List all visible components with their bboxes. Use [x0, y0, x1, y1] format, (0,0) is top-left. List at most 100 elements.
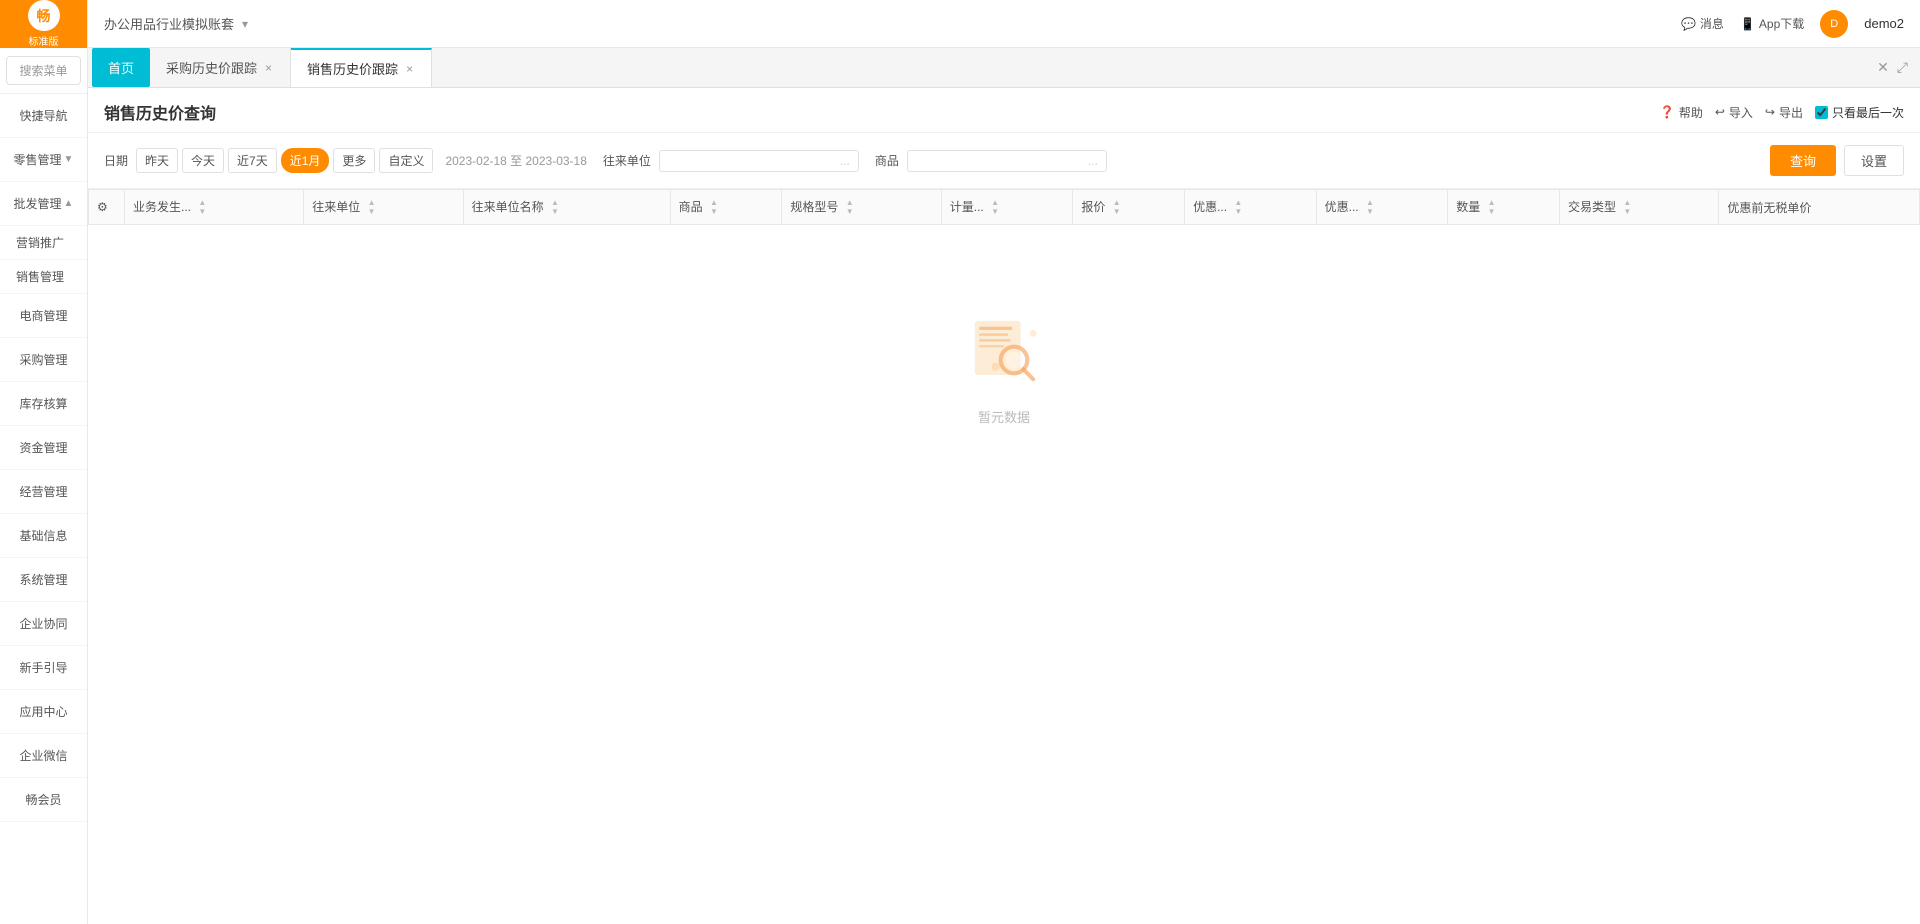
data-table: ⚙ 业务发生... ▲▼ 往来单位 ▲▼ 往来单位名称 ▲▼ — [88, 189, 1920, 225]
top-header: 办公用品行业模拟账套 ▾ 💬 消息 📱 App下载 D demo2 — [88, 0, 1920, 48]
sidebar-item-purchase[interactable]: 采购管理 — [0, 338, 87, 382]
settings-icon[interactable]: ⚙ — [97, 200, 108, 214]
settings-button[interactable]: 设置 — [1844, 145, 1904, 176]
query-button[interactable]: 查询 — [1770, 145, 1836, 176]
help-button[interactable]: ❓ 帮助 — [1660, 104, 1703, 121]
th-quote[interactable]: 报价 ▲▼ — [1073, 190, 1185, 225]
date-btn-custom[interactable]: 自定义 — [379, 148, 433, 173]
sidebar-item-guide[interactable]: 新手引导 — [0, 646, 87, 690]
th-biz-date[interactable]: 业务发生... ▲▼ — [125, 190, 304, 225]
company-title: 办公用品行业模拟账套 — [104, 14, 234, 33]
sidebar-item-enterprise[interactable]: 企业协同 — [0, 602, 87, 646]
tab-bar-actions: ✕ ⤢ — [1877, 59, 1916, 76]
th-discount2[interactable]: 优惠... ▲▼ — [1316, 190, 1448, 225]
sidebar-item-system[interactable]: 系统管理 — [0, 558, 87, 602]
logo-abbr: 畅 — [37, 6, 51, 26]
sidebar-item-ecommerce[interactable]: 电商管理 — [0, 294, 87, 338]
tab-purchase-close-button[interactable]: × — [263, 62, 274, 74]
import-label: 导入 — [1729, 104, 1753, 121]
date-btn-1month[interactable]: 近1月 — [281, 148, 330, 173]
page-header: 销售历史价查询 ❓ 帮助 ↩ 导入 ↪ 导出 只看最后一次 — [88, 88, 1920, 133]
date-btn-more[interactable]: 更多 — [333, 148, 375, 173]
th-from-unit[interactable]: 往来单位 ▲▼ — [304, 190, 463, 225]
main-area: 办公用品行业模拟账套 ▾ 💬 消息 📱 App下载 D demo2 首页 采购历… — [88, 0, 1920, 924]
help-icon: ❓ — [1660, 105, 1675, 119]
message-icon: 💬 — [1681, 17, 1696, 31]
th-product[interactable]: 商品 ▲▼ — [670, 190, 782, 225]
maximize-button[interactable]: ⤢ — [1897, 59, 1908, 76]
sidebar-item-wholesale[interactable]: 批发管理 ▲ — [0, 182, 87, 226]
sidebar-item-operations[interactable]: 经营管理 — [0, 470, 87, 514]
app-logo[interactable]: 畅 标准版 — [0, 0, 87, 48]
sort-arrows-spec[interactable]: ▲▼ — [846, 199, 854, 216]
th-pre-tax-price[interactable]: 优惠前无税单价 — [1719, 190, 1920, 225]
sort-arrows-product[interactable]: ▲▼ — [710, 199, 718, 216]
help-label: 帮助 — [1679, 104, 1703, 121]
chevron-down-icon: ▼ — [64, 154, 74, 165]
tab-sales-history[interactable]: 销售历史价跟踪 × — [291, 48, 432, 87]
date-btn-today[interactable]: 今天 — [182, 148, 224, 173]
date-btn-7days[interactable]: 近7天 — [228, 148, 277, 173]
sidebar-item-marketing[interactable]: 营销推广 — [0, 226, 87, 260]
sort-arrows-quote[interactable]: ▲▼ — [1113, 199, 1121, 216]
sidebar-item-label: 新手引导 — [19, 659, 67, 676]
user-avatar[interactable]: D — [1820, 10, 1848, 38]
sort-arrows-from-unit-name[interactable]: ▲▼ — [551, 199, 559, 216]
th-quantity[interactable]: 数量 ▲▼ — [1448, 190, 1560, 225]
sidebar-item-label: 批发管理 — [14, 195, 62, 212]
sidebar-item-label: 企业微信 — [19, 747, 67, 764]
sort-arrows-quantity[interactable]: ▲▼ — [1488, 199, 1496, 216]
from-unit-input[interactable] — [668, 154, 840, 168]
import-button[interactable]: ↩ 导入 — [1715, 104, 1753, 121]
sort-arrows-unit[interactable]: ▲▼ — [991, 199, 999, 216]
tab-home[interactable]: 首页 — [92, 48, 150, 87]
tab-bar: 首页 采购历史价跟踪 × 销售历史价跟踪 × ✕ ⤢ — [88, 48, 1920, 88]
sidebar-item-shortcut[interactable]: 快捷导航 — [0, 94, 87, 138]
sidebar-item-member[interactable]: 畅会员 — [0, 778, 87, 822]
sidebar-item-basic[interactable]: 基础信息 — [0, 514, 87, 558]
product-filter-group: 商品 ... — [875, 150, 1107, 172]
from-unit-dots[interactable]: ... — [840, 154, 850, 168]
sort-arrows-trade-type[interactable]: ▲▼ — [1623, 199, 1631, 216]
tab-sales-close-button[interactable]: × — [404, 63, 415, 75]
search-menu-button[interactable]: 搜索菜单 — [6, 56, 81, 85]
sidebar-item-inventory[interactable]: 库存核算 — [0, 382, 87, 426]
sidebar-item-sales[interactable]: 销售管理 — [0, 260, 87, 294]
export-button[interactable]: ↪ 导出 — [1765, 104, 1803, 121]
date-range-display: 2023-02-18 至 2023-03-18 — [445, 152, 586, 169]
only-last-label[interactable]: 只看最后一次 — [1832, 104, 1904, 121]
app-download-label: App下载 — [1759, 15, 1804, 32]
app-download-button[interactable]: 📱 App下载 — [1740, 15, 1804, 32]
sidebar-item-label: 经营管理 — [19, 483, 67, 500]
import-icon: ↩ — [1715, 105, 1725, 119]
th-unit[interactable]: 计量... ▲▼ — [941, 190, 1073, 225]
sidebar-item-apps[interactable]: 应用中心 — [0, 690, 87, 734]
message-button[interactable]: 💬 消息 — [1681, 15, 1724, 32]
product-dots[interactable]: ... — [1088, 154, 1098, 168]
tab-purchase-history[interactable]: 采购历史价跟踪 × — [150, 48, 291, 87]
product-input[interactable] — [916, 154, 1088, 168]
sidebar-item-label: 畅会员 — [25, 791, 61, 808]
empty-state: 暂元数据 — [88, 225, 1920, 506]
th-discount1[interactable]: 优惠... ▲▼ — [1185, 190, 1317, 225]
close-all-tabs-button[interactable]: ✕ — [1877, 59, 1889, 76]
only-last-checkbox[interactable] — [1815, 106, 1828, 119]
sidebar-item-finance[interactable]: 资金管理 — [0, 426, 87, 470]
page-content: 销售历史价查询 ❓ 帮助 ↩ 导入 ↪ 导出 只看最后一次 — [88, 88, 1920, 924]
from-unit-filter-group: 往来单位 ... — [603, 150, 859, 172]
sort-arrows-discount2[interactable]: ▲▼ — [1366, 199, 1374, 216]
app-version: 标准版 — [29, 33, 59, 48]
sidebar-item-retail[interactable]: 零售管理 ▼ — [0, 138, 87, 182]
date-btn-yesterday[interactable]: 昨天 — [136, 148, 178, 173]
sidebar-item-wechat[interactable]: 企业微信 — [0, 734, 87, 778]
username-label: demo2 — [1864, 16, 1904, 31]
th-spec[interactable]: 规格型号 ▲▼ — [782, 190, 941, 225]
th-from-unit-name[interactable]: 往来单位名称 ▲▼ — [463, 190, 670, 225]
sort-arrows-biz-date[interactable]: ▲▼ — [198, 199, 206, 216]
company-dropdown-button[interactable]: ▾ — [242, 17, 248, 31]
sort-arrows-discount1[interactable]: ▲▼ — [1234, 199, 1242, 216]
th-trade-type[interactable]: 交易类型 ▲▼ — [1559, 190, 1718, 225]
empty-illustration — [954, 305, 1054, 395]
th-settings[interactable]: ⚙ — [89, 190, 125, 225]
sort-arrows-from-unit[interactable]: ▲▼ — [368, 199, 376, 216]
